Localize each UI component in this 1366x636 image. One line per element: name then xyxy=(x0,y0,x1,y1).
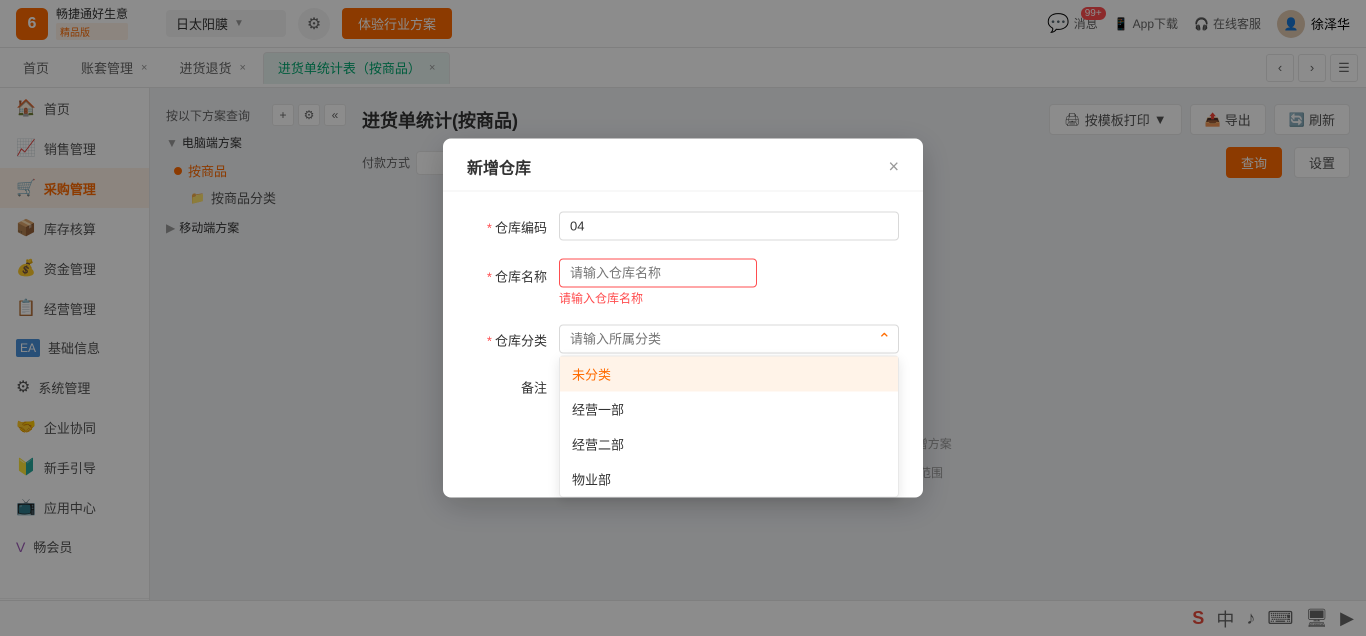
dropdown-item-dept1[interactable]: 经营一部 xyxy=(560,392,898,427)
add-warehouse-modal: 新增仓库 × 仓库编码 仓库名称 请输入仓库名称 仓库分类 ⌃ xyxy=(443,139,923,498)
dropdown-item-dept2[interactable]: 经营二部 xyxy=(560,427,898,462)
modal-close-btn[interactable]: × xyxy=(888,156,899,177)
code-field-row: 仓库编码 xyxy=(467,212,899,241)
category-dropdown: 未分类 经营一部 经营二部 物业部 xyxy=(559,356,899,498)
dropdown-item-uncategorized[interactable]: 未分类 xyxy=(560,357,898,392)
name-label: 仓库名称 xyxy=(467,261,547,286)
code-input[interactable] xyxy=(559,212,899,241)
notes-label: 备注 xyxy=(467,372,547,397)
modal-body: 仓库编码 仓库名称 请输入仓库名称 仓库分类 ⌃ 未分类 经营一部 xyxy=(443,192,923,439)
name-field-row: 仓库名称 请输入仓库名称 xyxy=(467,259,899,307)
modal-header: 新增仓库 × xyxy=(443,139,923,192)
category-label: 仓库分类 xyxy=(467,325,547,350)
dropdown-item-property[interactable]: 物业部 xyxy=(560,462,898,497)
modal-title: 新增仓库 xyxy=(467,155,531,179)
name-input[interactable] xyxy=(559,259,757,288)
name-error-msg: 请输入仓库名称 xyxy=(559,290,643,307)
category-field-row: 仓库分类 ⌃ 未分类 经营一部 经营二部 物业部 xyxy=(467,325,899,354)
code-label: 仓库编码 xyxy=(467,212,547,237)
category-input[interactable] xyxy=(559,325,899,354)
